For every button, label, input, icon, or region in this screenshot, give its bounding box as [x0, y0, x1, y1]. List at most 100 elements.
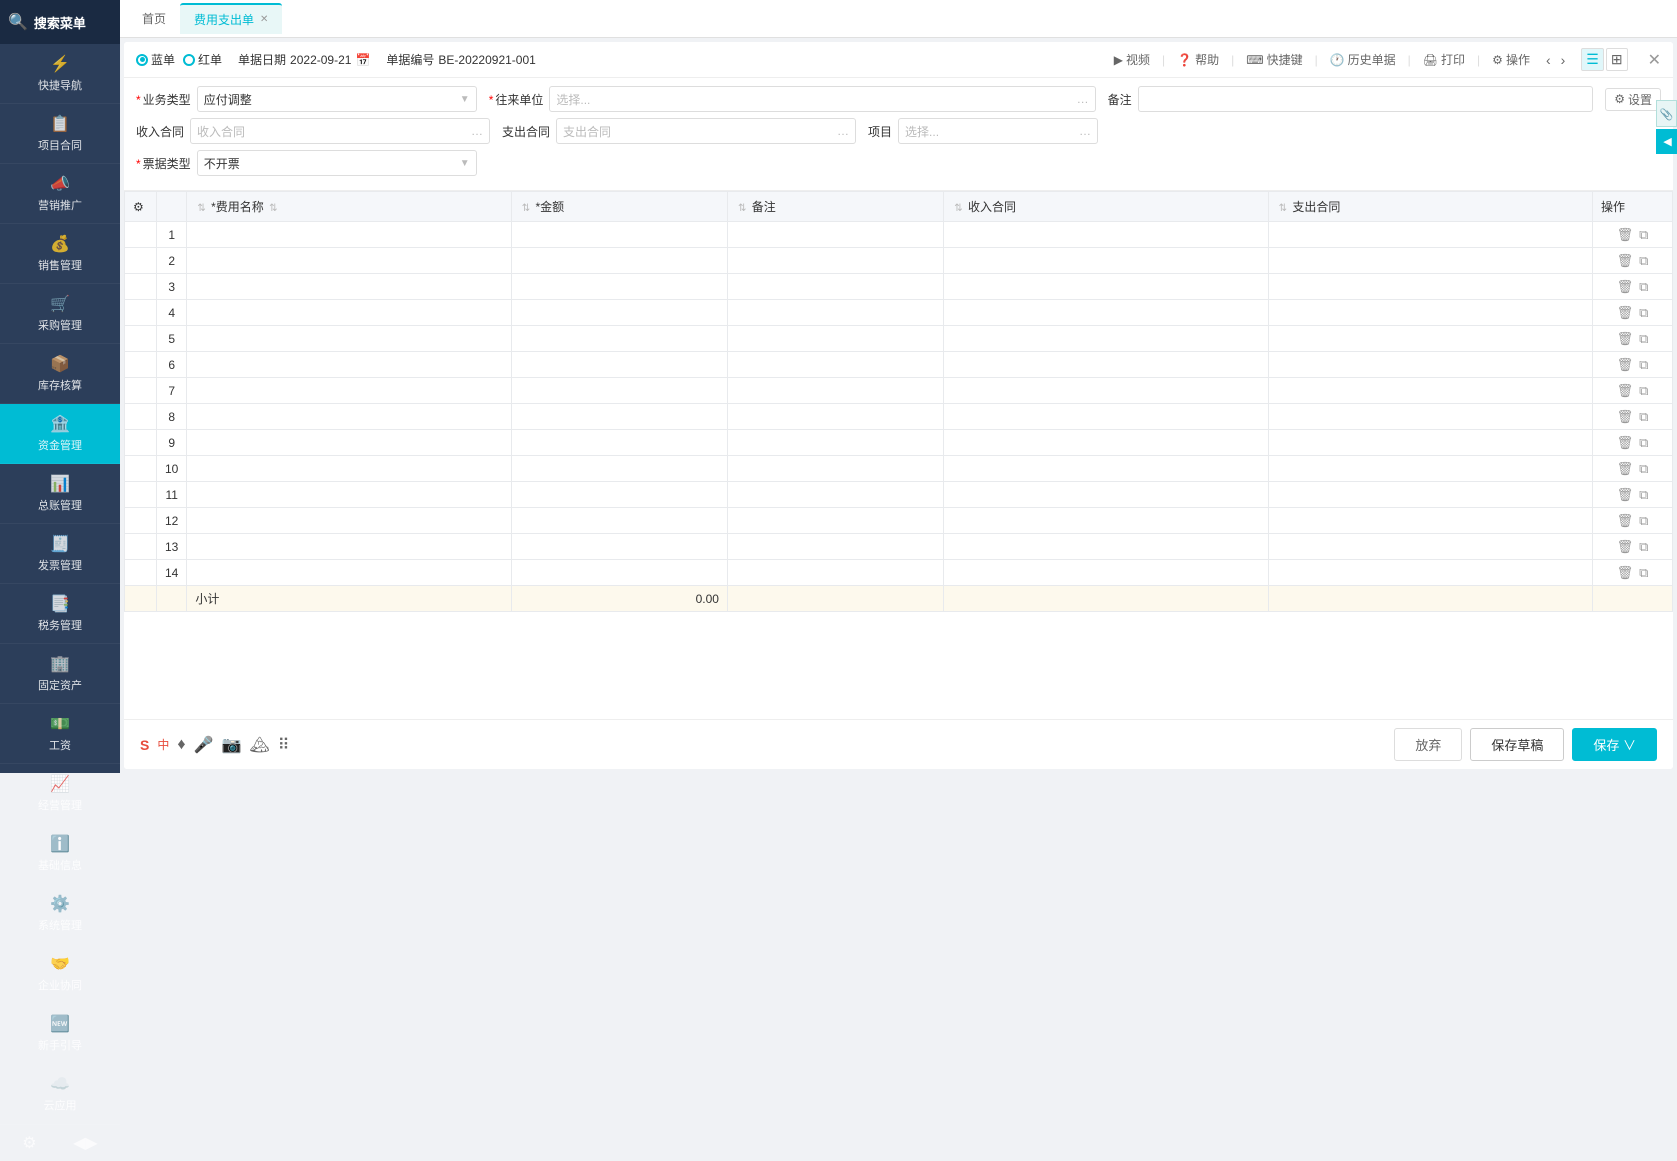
sidebar-item-tax[interactable]: 📑 税务管理 [0, 584, 120, 644]
delete-row-icon[interactable]: 🗑 [1617, 539, 1634, 555]
sidebar-item-inventory[interactable]: 📦 库存核算 [0, 344, 120, 404]
copy-row-icon[interactable]: ⧉ [1639, 539, 1648, 555]
income-contract-input[interactable]: 收入合同 … [190, 118, 490, 144]
expense-contract-cell[interactable] [1268, 352, 1592, 378]
expense-contract-cell[interactable] [1268, 248, 1592, 274]
expense-contract-cell[interactable] [1268, 534, 1592, 560]
partner-input[interactable]: 选择... … [549, 86, 1095, 112]
mountain-icon[interactable]: 🏔 [249, 735, 269, 755]
amount-cell[interactable] [511, 274, 727, 300]
radio-blue[interactable]: 蓝单 [136, 51, 175, 68]
delete-row-icon[interactable]: 🗑 [1617, 461, 1634, 477]
delete-row-icon[interactable]: 🗑 [1617, 513, 1634, 529]
amount-cell[interactable] [511, 352, 727, 378]
expense-contract-cell[interactable] [1268, 482, 1592, 508]
sidebar-item-new-guide[interactable]: 🆕 新手引导 [0, 1004, 120, 1064]
copy-row-icon[interactable]: ⧉ [1639, 435, 1648, 451]
amount-cell[interactable] [511, 378, 727, 404]
income-contract-cell[interactable] [944, 248, 1268, 274]
video-action[interactable]: ▶ 视频 [1114, 51, 1150, 68]
delete-row-icon[interactable]: 🗑 [1617, 409, 1634, 425]
income-contract-cell[interactable] [944, 300, 1268, 326]
sidebar-item-operations[interactable]: 📈 经营管理 [0, 764, 120, 824]
expense-contract-cell[interactable] [1268, 560, 1592, 586]
income-contract-cell[interactable] [944, 222, 1268, 248]
mic-icon[interactable]: 🎤 [194, 735, 214, 755]
expense-name-cell[interactable] [187, 352, 511, 378]
amount-cell[interactable] [511, 248, 727, 274]
tab-close-icon[interactable]: ✕ [260, 14, 268, 25]
expense-name-cell[interactable] [187, 560, 511, 586]
remark-cell[interactable] [727, 560, 943, 586]
help-action[interactable]: ❓ 帮助 [1177, 51, 1219, 68]
remark-cell[interactable] [727, 456, 943, 482]
expense-name-cell[interactable] [187, 404, 511, 430]
sidebar-item-payroll[interactable]: 💵 工资 [0, 704, 120, 764]
expense-name-cell[interactable] [187, 482, 511, 508]
income-contract-cell[interactable] [944, 378, 1268, 404]
history-action[interactable]: 🕐 历史单据 [1330, 51, 1396, 68]
settings-button[interactable]: ⚙ 设置 [1605, 88, 1661, 111]
remark-cell[interactable] [727, 300, 943, 326]
remark-input[interactable] [1138, 86, 1594, 112]
calendar-icon[interactable]: 📅 [355, 53, 370, 67]
expense-contract-cell[interactable] [1268, 222, 1592, 248]
amount-cell[interactable] [511, 404, 727, 430]
discard-button[interactable]: 放弃 [1394, 728, 1462, 761]
remark-cell[interactable] [727, 482, 943, 508]
sidebar-item-enterprise[interactable]: 🤝 企业协同 [0, 944, 120, 1004]
ops-action[interactable]: ⚙ 操作 [1492, 51, 1530, 68]
shortcuts-action[interactable]: ⌨ 快捷键 [1246, 51, 1302, 68]
camera-icon[interactable]: 📷 [221, 735, 241, 755]
grid-icon[interactable]: ⠿ [278, 735, 290, 755]
copy-row-icon[interactable]: ⧉ [1639, 331, 1648, 347]
sidebar-item-sys-mgmt[interactable]: ⚙️ 系统管理 [0, 884, 120, 944]
next-arrow[interactable]: › [1557, 50, 1570, 70]
copy-row-icon[interactable]: ⧉ [1639, 383, 1648, 399]
delete-row-icon[interactable]: 🗑 [1617, 331, 1634, 347]
copy-row-icon[interactable]: ⧉ [1639, 461, 1648, 477]
copy-row-icon[interactable]: ⧉ [1639, 513, 1648, 529]
save-draft-button[interactable]: 保存草稿 [1470, 728, 1564, 761]
th-amount[interactable]: ⇅ *金额 [511, 192, 727, 222]
tab-expense[interactable]: 费用支出单 ✕ [180, 3, 282, 34]
delete-row-icon[interactable]: 🗑 [1617, 227, 1634, 243]
copy-row-icon[interactable]: ⧉ [1639, 357, 1648, 373]
sidebar-item-fixed-assets[interactable]: 🏢 固定资产 [0, 644, 120, 704]
income-contract-cell[interactable] [944, 482, 1268, 508]
sidebar-item-marketing[interactable]: 📣 营销推广 [0, 164, 120, 224]
sidebar-item-accounting[interactable]: 📊 总账管理 [0, 464, 120, 524]
th-expense-contract[interactable]: ⇅ 支出合同 [1268, 192, 1592, 222]
copy-row-icon[interactable]: ⧉ [1639, 487, 1648, 503]
copy-row-icon[interactable]: ⧉ [1639, 305, 1648, 321]
income-contract-cell[interactable] [944, 456, 1268, 482]
remark-cell[interactable] [727, 508, 943, 534]
remark-cell[interactable] [727, 326, 943, 352]
radio-red[interactable]: 红单 [183, 51, 222, 68]
income-contract-cell[interactable] [944, 352, 1268, 378]
amount-cell[interactable] [511, 482, 727, 508]
right-panel-tab-1[interactable]: 📎 [1656, 100, 1677, 127]
expense-name-cell[interactable] [187, 248, 511, 274]
copy-row-icon[interactable]: ⧉ [1639, 279, 1648, 295]
expense-name-cell[interactable] [187, 378, 511, 404]
amount-cell[interactable] [511, 456, 727, 482]
amount-cell[interactable] [511, 430, 727, 456]
copy-row-icon[interactable]: ⧉ [1639, 409, 1648, 425]
expense-contract-cell[interactable] [1268, 378, 1592, 404]
expense-name-cell[interactable] [187, 508, 511, 534]
amount-cell[interactable] [511, 326, 727, 352]
amount-cell[interactable] [511, 534, 727, 560]
delete-row-icon[interactable]: 🗑 [1617, 383, 1634, 399]
remark-cell[interactable] [727, 352, 943, 378]
sidebar-header[interactable]: 🔍 搜索菜单 [0, 0, 120, 44]
th-income-contract[interactable]: ⇅ 收入合同 [944, 192, 1268, 222]
delete-row-icon[interactable]: 🗑 [1617, 565, 1634, 581]
grid-view-btn[interactable]: ⊞ [1606, 48, 1628, 71]
settings-bottom-icon[interactable]: ⚙ [22, 1133, 36, 1153]
sidebar-item-basic-info[interactable]: ℹ️ 基础信息 [0, 824, 120, 884]
copy-row-icon[interactable]: ⧉ [1639, 253, 1648, 269]
expense-name-cell[interactable] [187, 300, 511, 326]
income-contract-cell[interactable] [944, 534, 1268, 560]
remark-cell[interactable] [727, 430, 943, 456]
